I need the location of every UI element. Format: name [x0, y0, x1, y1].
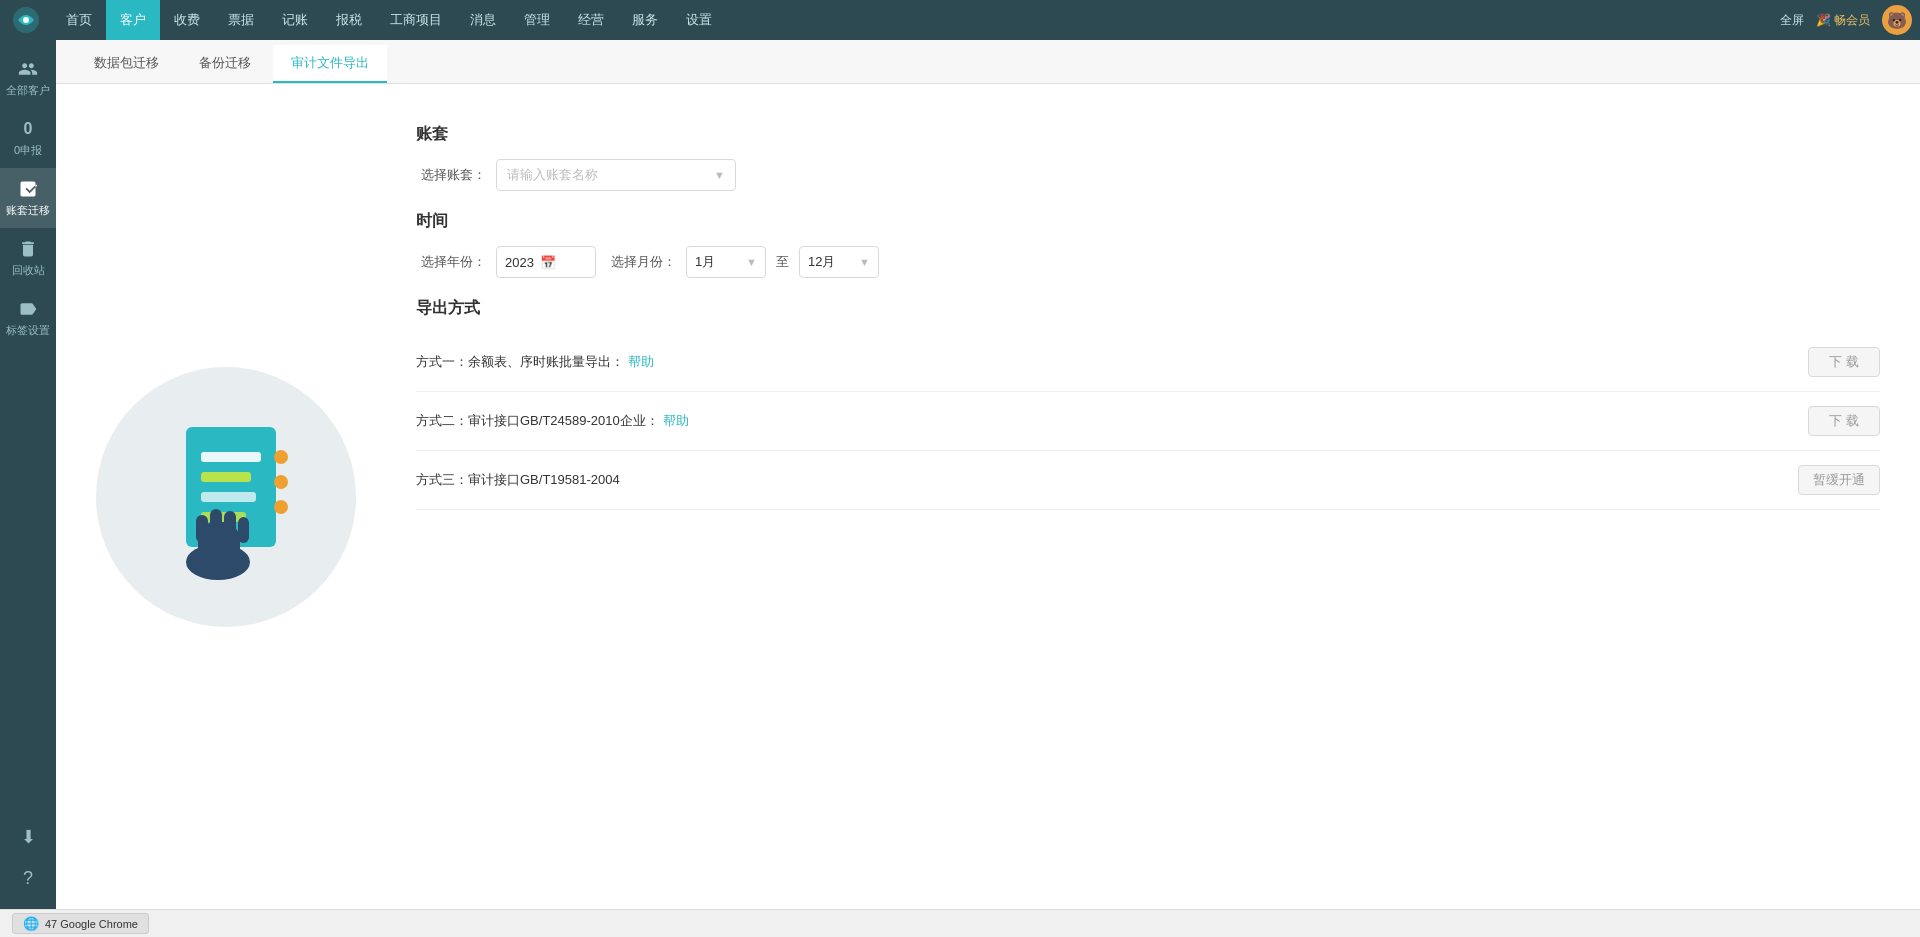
tab-audit-export[interactable]: 审计文件导出	[273, 45, 387, 83]
export-section-title: 导出方式	[416, 298, 1880, 319]
bottom-bar: 🌐 47 Google Chrome	[0, 909, 1920, 937]
to-text: 至	[776, 253, 789, 271]
tab-backup-migration[interactable]: 备份迁移	[181, 45, 269, 83]
nav-business[interactable]: 工商项目	[376, 0, 456, 40]
sidebar-label-zero-report: 0申报	[14, 143, 42, 158]
export-method-3-text: 方式三：审计接口GB/T19581-2004	[416, 471, 1788, 489]
tabs-bar: 数据包迁移 备份迁移 审计文件导出	[56, 40, 1920, 84]
sidebar-item-recycle[interactable]: 回收站	[0, 228, 56, 288]
svg-point-1	[23, 17, 29, 23]
svg-rect-12	[196, 515, 208, 543]
calendar-icon: 📅	[540, 255, 556, 270]
year-value: 2023	[505, 255, 534, 270]
nav-tax[interactable]: 报税	[322, 0, 376, 40]
time-section-title: 时间	[416, 211, 1880, 232]
nav-manage[interactable]: 管理	[510, 0, 564, 40]
illustration-area	[96, 114, 356, 879]
end-month-value: 12月	[808, 253, 835, 271]
page-content: 账套 选择账套： 请输入账套名称 ▼ 时间 选择年份： 2023 📅	[56, 84, 1920, 909]
account-select-label: 选择账套：	[416, 166, 486, 184]
account-select-placeholder: 请输入账套名称	[507, 166, 598, 184]
sidebar-bottom: ⬇ ?	[13, 818, 44, 909]
sidebar-item-migrate[interactable]: 账套迁移	[0, 168, 56, 228]
chevron-down-icon-end: ▼	[859, 256, 870, 268]
migrate-icon	[17, 178, 39, 200]
export-method-3-row: 方式三：审计接口GB/T19581-2004 暂缓开通	[416, 451, 1880, 510]
sidebar-item-tag-settings[interactable]: 标签设置	[0, 288, 56, 348]
trash-icon	[17, 238, 39, 260]
tab-data-migration[interactable]: 数据包迁移	[76, 45, 177, 83]
illustration-circle	[96, 367, 356, 627]
export-method-2-row: 方式二：审计接口GB/T24589-2010企业：帮助 下 载	[416, 392, 1880, 451]
sidebar-item-zero-report[interactable]: 0 0申报	[0, 108, 56, 168]
nav-items: 首页 客户 收费 票据 记账 报税 工商项目 消息 管理 经营 服务 设置	[52, 0, 1780, 40]
taskbar-label: 47 Google Chrome	[45, 918, 138, 930]
left-sidebar: 全部客户 0 0申报 账套迁移 回收站 标签设置 ⬇ ?	[0, 40, 56, 909]
chevron-down-icon: ▼	[714, 169, 725, 181]
sidebar-item-all-customers[interactable]: 全部客户	[0, 48, 56, 108]
svg-rect-13	[210, 509, 222, 543]
top-nav-right: 全屏 🎉 畅会员 🐻	[1780, 5, 1912, 35]
help-link-2[interactable]: 帮助	[663, 413, 689, 428]
nav-home[interactable]: 首页	[52, 0, 106, 40]
chevron-down-icon-month: ▼	[746, 256, 757, 268]
svg-rect-14	[224, 511, 236, 543]
main-layout: 全部客户 0 0申报 账套迁移 回收站 标签设置 ⬇ ?	[0, 40, 1920, 909]
chrome-icon: 🌐	[23, 916, 39, 931]
nav-bills[interactable]: 票据	[214, 0, 268, 40]
download-icon[interactable]: ⬇	[13, 818, 44, 856]
export-method-1-row: 方式一：余额表、序时账批量导出：帮助 下 载	[416, 333, 1880, 392]
nav-customer[interactable]: 客户	[106, 0, 160, 40]
help-link-1[interactable]: 帮助	[628, 354, 654, 369]
export-method-2-text: 方式二：审计接口GB/T24589-2010企业：帮助	[416, 412, 1798, 430]
account-select[interactable]: 请输入账套名称 ▼	[496, 159, 736, 191]
svg-point-9	[274, 500, 288, 514]
svg-rect-15	[238, 517, 249, 543]
app-logo[interactable]	[8, 2, 44, 38]
start-month-value: 1月	[695, 253, 715, 271]
svg-point-8	[274, 475, 288, 489]
top-nav: 首页 客户 收费 票据 记账 报税 工商项目 消息 管理 经营 服务 设置 全屏…	[0, 0, 1920, 40]
people-icon	[17, 58, 39, 80]
account-select-row: 选择账套： 请输入账套名称 ▼	[416, 159, 1880, 191]
download-btn-1[interactable]: 下 载	[1808, 347, 1880, 377]
sidebar-label-all-customers: 全部客户	[6, 83, 50, 98]
svg-point-7	[274, 450, 288, 464]
export-method-1-text: 方式一：余额表、序时账批量导出：帮助	[416, 353, 1798, 371]
svg-rect-5	[201, 492, 256, 502]
nav-messages[interactable]: 消息	[456, 0, 510, 40]
help-icon[interactable]: ?	[15, 860, 41, 897]
taskbar-chrome[interactable]: 🌐 47 Google Chrome	[12, 913, 149, 934]
sidebar-label-migrate: 账套迁移	[6, 203, 50, 218]
year-input[interactable]: 2023 📅	[496, 246, 596, 278]
form-area: 账套 选择账套： 请输入账套名称 ▼ 时间 选择年份： 2023 📅	[416, 114, 1880, 879]
tag-icon	[17, 298, 39, 320]
start-month-select[interactable]: 1月 ▼	[686, 246, 766, 278]
nav-settings[interactable]: 设置	[672, 0, 726, 40]
nav-bookkeeping[interactable]: 记账	[268, 0, 322, 40]
download-btn-2[interactable]: 下 载	[1808, 406, 1880, 436]
export-section: 导出方式 方式一：余额表、序时账批量导出：帮助 下 载 方式二：审计接口GB/T…	[416, 298, 1880, 510]
sidebar-label-recycle: 回收站	[12, 263, 45, 278]
end-month-select[interactable]: 12月 ▼	[799, 246, 879, 278]
svg-rect-4	[201, 472, 251, 482]
year-label: 选择年份：	[416, 253, 486, 271]
nav-operations[interactable]: 经营	[564, 0, 618, 40]
nav-fees[interactable]: 收费	[160, 0, 214, 40]
unlock-btn-3[interactable]: 暂缓开通	[1798, 465, 1880, 495]
sidebar-label-tag-settings: 标签设置	[6, 323, 50, 338]
fullscreen-btn[interactable]: 全屏	[1780, 12, 1804, 29]
zero-report-icon: 0	[17, 118, 39, 140]
svg-rect-3	[201, 452, 261, 462]
account-section-title: 账套	[416, 124, 1880, 145]
avatar[interactable]: 🐻	[1882, 5, 1912, 35]
time-select-row: 选择年份： 2023 📅 选择月份： 1月 ▼ 至 12月 ▼	[416, 246, 1880, 278]
nav-service[interactable]: 服务	[618, 0, 672, 40]
month-label: 选择月份：	[606, 253, 676, 271]
member-btn[interactable]: 🎉 畅会员	[1816, 12, 1870, 29]
content-area: 数据包迁移 备份迁移 审计文件导出	[56, 40, 1920, 909]
